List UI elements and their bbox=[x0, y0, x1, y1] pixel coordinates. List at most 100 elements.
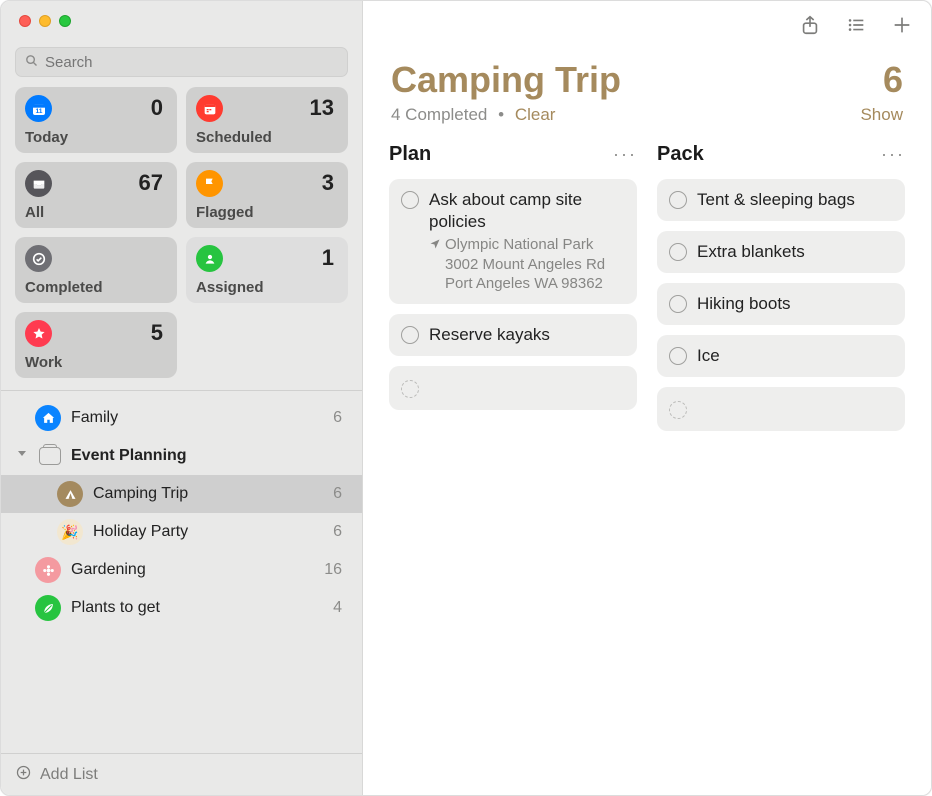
section-pack: Pack ··· Tent & sleeping bags Extra blan… bbox=[657, 137, 905, 795]
tent-icon bbox=[57, 481, 83, 507]
new-reminder-button[interactable] bbox=[891, 14, 913, 36]
tile-work-count: 5 bbox=[151, 320, 163, 346]
tile-scheduled-label: Scheduled bbox=[196, 129, 272, 146]
tile-assigned-label: Assigned bbox=[196, 279, 264, 296]
person-icon bbox=[196, 245, 223, 272]
list-plants-count: 4 bbox=[333, 599, 342, 617]
reminder-item[interactable]: Reserve kayaks bbox=[389, 314, 637, 356]
reminder-title: Tent & sleeping bags bbox=[697, 189, 893, 211]
chevron-down-icon bbox=[17, 449, 27, 463]
tile-flagged[interactable]: 3 Flagged bbox=[186, 162, 348, 228]
flag-icon bbox=[196, 170, 223, 197]
new-reminder-placeholder[interactable] bbox=[389, 366, 637, 410]
plus-circle-icon bbox=[15, 764, 32, 786]
search-input[interactable] bbox=[45, 54, 339, 71]
tile-assigned-count: 1 bbox=[322, 245, 334, 271]
location-icon bbox=[429, 236, 441, 248]
list-family-name: Family bbox=[71, 409, 118, 427]
completed-count-text: 4 Completed bbox=[391, 105, 487, 124]
separator-dot: • bbox=[498, 105, 504, 124]
list-family-count: 6 bbox=[333, 409, 342, 427]
main-pane: Camping Trip 6 4 Completed • Clear Show … bbox=[363, 1, 931, 795]
list-gardening-count: 16 bbox=[324, 561, 342, 579]
tile-today[interactable]: 11 0 Today bbox=[15, 87, 177, 153]
folder-icon bbox=[39, 447, 61, 465]
smart-lists-grid: 11 0 Today 13 Scheduled 67 All bbox=[1, 87, 362, 390]
show-completed-button[interactable]: Show bbox=[860, 105, 903, 125]
list-plants-to-get[interactable]: Plants to get 4 bbox=[1, 589, 362, 627]
list-holiday-party[interactable]: 🎉 Holiday Party 6 bbox=[1, 513, 362, 551]
reminder-item[interactable]: Ice bbox=[657, 335, 905, 377]
reminder-title: Hiking boots bbox=[697, 293, 893, 315]
reminder-title: Ice bbox=[697, 345, 893, 367]
tile-completed-label: Completed bbox=[25, 279, 103, 296]
tile-work[interactable]: 5 Work bbox=[15, 312, 177, 378]
reminder-address-line2: Port Angeles WA 98362 bbox=[429, 274, 625, 294]
reminder-address-line1: 3002 Mount Angeles Rd bbox=[429, 255, 625, 275]
reminder-item[interactable]: Ask about camp site policies Olympic Nat… bbox=[389, 179, 637, 304]
list-count: 6 bbox=[883, 59, 903, 101]
clear-completed-button[interactable]: Clear bbox=[515, 105, 556, 124]
reminder-item[interactable]: Extra blankets bbox=[657, 231, 905, 273]
checkbox-placeholder bbox=[669, 401, 687, 419]
star-icon bbox=[25, 320, 52, 347]
list-holiday-party-name: Holiday Party bbox=[93, 523, 188, 541]
search-icon bbox=[24, 53, 39, 72]
list-gardening-name: Gardening bbox=[71, 561, 146, 579]
checkbox[interactable] bbox=[401, 191, 419, 209]
add-list-label: Add List bbox=[40, 766, 98, 784]
tile-scheduled[interactable]: 13 Scheduled bbox=[186, 87, 348, 153]
app-window: 11 0 Today 13 Scheduled 67 All bbox=[0, 0, 932, 796]
tile-flagged-count: 3 bbox=[322, 170, 334, 196]
checkbox[interactable] bbox=[669, 347, 687, 365]
tile-today-count: 0 bbox=[151, 95, 163, 121]
section-plan-menu-button[interactable]: ··· bbox=[613, 144, 637, 165]
group-event-planning[interactable]: Event Planning bbox=[1, 437, 362, 475]
view-options-button[interactable] bbox=[845, 14, 867, 36]
search-field[interactable] bbox=[15, 47, 348, 77]
new-reminder-placeholder[interactable] bbox=[657, 387, 905, 431]
calendar-today-icon: 11 bbox=[25, 95, 52, 122]
list-camping-trip[interactable]: Camping Trip 6 bbox=[1, 475, 362, 513]
section-pack-menu-button[interactable]: ··· bbox=[881, 144, 905, 165]
add-list-button[interactable]: Add List bbox=[1, 753, 362, 795]
flower-icon bbox=[35, 557, 61, 583]
section-pack-title: Pack bbox=[657, 143, 704, 166]
sections: Plan ··· Ask about camp site policies bbox=[363, 137, 931, 795]
list-gardening[interactable]: Gardening 16 bbox=[1, 551, 362, 589]
completed-summary: 4 Completed • Clear bbox=[391, 105, 555, 125]
tile-today-label: Today bbox=[25, 129, 68, 146]
section-plan: Plan ··· Ask about camp site policies bbox=[389, 137, 637, 795]
list-plants-name: Plants to get bbox=[71, 599, 160, 617]
window-controls bbox=[1, 1, 362, 41]
zoom-window-button[interactable] bbox=[59, 15, 71, 27]
list-family[interactable]: Family 6 bbox=[1, 399, 362, 437]
reminder-location-name: Olympic National Park bbox=[445, 235, 593, 255]
list-title: Camping Trip bbox=[391, 59, 621, 101]
leaf-icon bbox=[35, 595, 61, 621]
list-camping-trip-name: Camping Trip bbox=[93, 485, 188, 503]
checkbox[interactable] bbox=[401, 326, 419, 344]
checkmark-circle-icon bbox=[25, 245, 52, 272]
minimize-window-button[interactable] bbox=[39, 15, 51, 27]
tile-completed[interactable]: Completed bbox=[15, 237, 177, 303]
checkbox-placeholder bbox=[401, 380, 419, 398]
tile-assigned[interactable]: 1 Assigned bbox=[186, 237, 348, 303]
tile-all-count: 67 bbox=[139, 170, 163, 196]
house-icon bbox=[35, 405, 61, 431]
checkbox[interactable] bbox=[669, 243, 687, 261]
checkbox[interactable] bbox=[669, 295, 687, 313]
share-button[interactable] bbox=[799, 14, 821, 36]
checkbox[interactable] bbox=[669, 191, 687, 209]
tile-all[interactable]: 67 All bbox=[15, 162, 177, 228]
reminder-title: Reserve kayaks bbox=[429, 324, 625, 346]
group-event-planning-name: Event Planning bbox=[71, 447, 187, 465]
list-camping-trip-count: 6 bbox=[333, 485, 342, 503]
sidebar: 11 0 Today 13 Scheduled 67 All bbox=[1, 1, 363, 795]
toolbar bbox=[363, 1, 931, 49]
calendar-icon bbox=[196, 95, 223, 122]
reminder-item[interactable]: Hiking boots bbox=[657, 283, 905, 325]
close-window-button[interactable] bbox=[19, 15, 31, 27]
reminder-item[interactable]: Tent & sleeping bags bbox=[657, 179, 905, 221]
tray-icon bbox=[25, 170, 52, 197]
